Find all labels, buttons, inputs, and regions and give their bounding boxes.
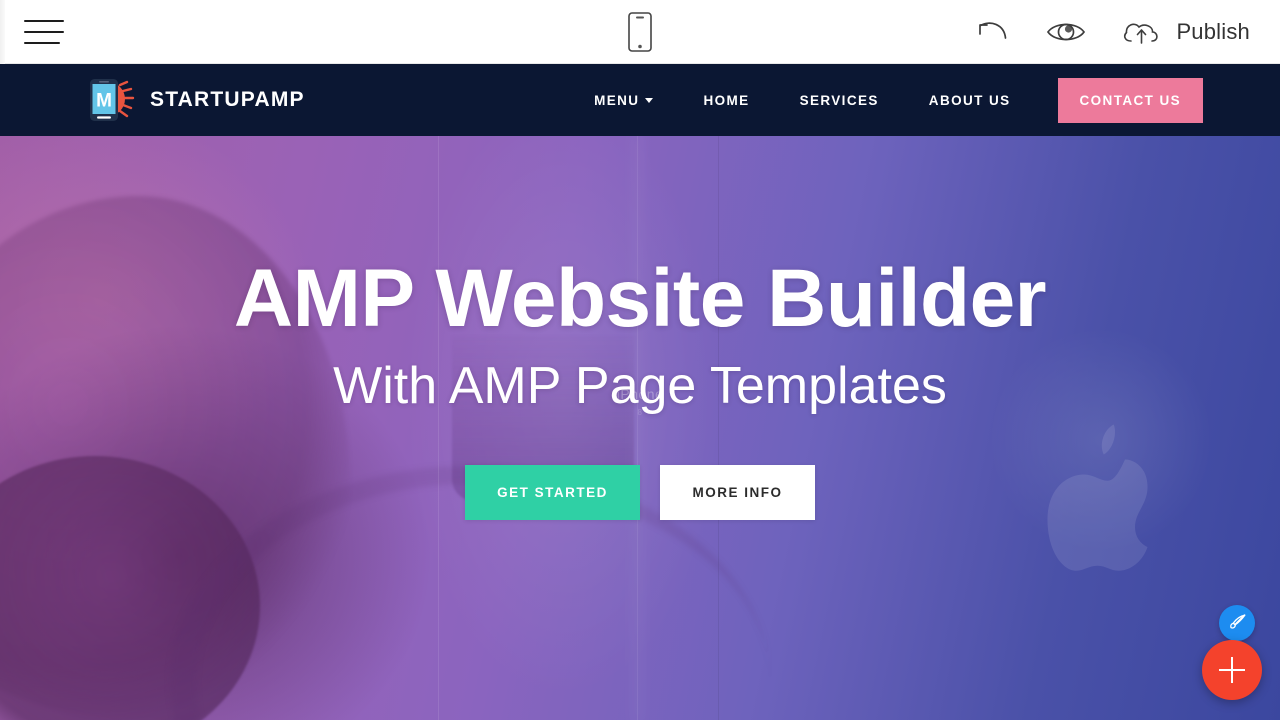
plus-icon (1231, 657, 1233, 683)
style-editor-fab[interactable] (1219, 605, 1255, 641)
hero-section: iPhone 8 AMP Website Builder With AMP Pa… (0, 136, 1280, 720)
toolbar-actions: Publish (974, 16, 1280, 48)
hamburger-line (24, 30, 64, 33)
app-root: Publish M STARTUPAMP MENU HOME SERVICES … (0, 0, 1280, 720)
hamburger-menu-icon[interactable] (24, 17, 64, 47)
more-info-button[interactable]: MORE INFO (660, 465, 815, 521)
nav-contact-us-button[interactable]: CONTACT US (1057, 77, 1203, 123)
nav-link-menu[interactable]: MENU (569, 93, 678, 108)
brand-logo-link[interactable]: M STARTUPAMP (84, 77, 305, 123)
add-block-fab[interactable] (1202, 640, 1262, 700)
undo-button[interactable] (974, 17, 1012, 47)
nav-link-home[interactable]: HOME (678, 93, 774, 108)
preview-button[interactable] (1042, 17, 1090, 47)
editor-toolbar: Publish (0, 0, 1280, 64)
hamburger-line (24, 41, 60, 44)
navbar-links: MENU HOME SERVICES ABOUT US CONTACT US (569, 77, 1280, 123)
hamburger-line (24, 19, 64, 22)
device-preview-toggle[interactable] (628, 11, 652, 52)
cloud-upload-icon (1124, 23, 1159, 44)
publish-button[interactable]: Publish (1120, 16, 1250, 48)
undo-arrow-icon (979, 21, 1007, 39)
brand-name: STARTUPAMP (150, 88, 305, 111)
site-navbar: M STARTUPAMP MENU HOME SERVICES ABOUT US… (0, 64, 1280, 136)
paintbrush-icon (1230, 614, 1246, 629)
hero-subtitle: With AMP Page Templates (333, 357, 947, 416)
nav-link-services[interactable]: SERVICES (775, 93, 904, 108)
nav-link-about-us[interactable]: ABOUT US (904, 93, 1036, 108)
phone-with-m-logo-icon: M (84, 77, 136, 123)
mobile-device-icon (628, 11, 652, 52)
get-started-button[interactable]: GET STARTED (465, 465, 640, 521)
publish-label: Publish (1176, 18, 1250, 44)
hero-content: AMP Website Builder With AMP Page Templa… (0, 136, 1280, 521)
toolbar-left-edge (0, 0, 5, 64)
eye-preview-icon (1047, 23, 1086, 40)
svg-text:M: M (96, 91, 112, 112)
hero-title: AMP Website Builder (233, 253, 1047, 344)
hero-buttons: GET STARTED MORE INFO (0, 465, 1280, 521)
